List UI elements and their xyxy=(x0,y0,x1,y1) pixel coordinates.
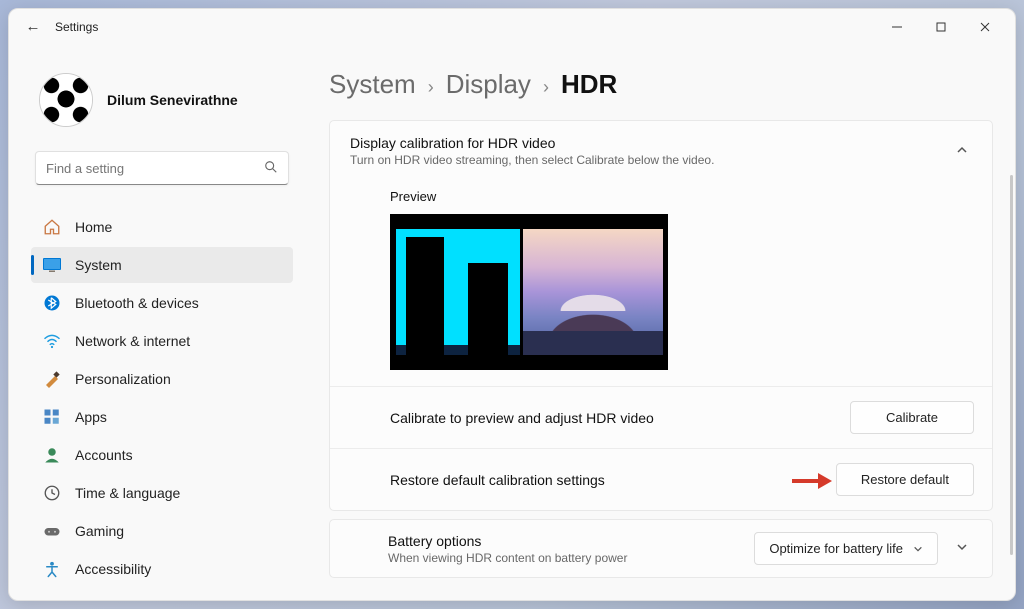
chevron-down-icon xyxy=(913,544,923,554)
clock-icon xyxy=(43,484,61,502)
battery-title: Battery options xyxy=(388,533,754,549)
sidebar-item-gaming[interactable]: Gaming xyxy=(31,513,293,549)
breadcrumbs: System › Display › HDR xyxy=(329,69,993,100)
preview-section: Preview xyxy=(330,181,992,386)
chevron-right-icon: › xyxy=(428,77,434,98)
titlebar: Settings xyxy=(9,9,1015,45)
sidebar-label: Network & internet xyxy=(75,333,190,349)
sidebar-item-network[interactable]: Network & internet xyxy=(31,323,293,359)
bluetooth-icon xyxy=(43,294,61,312)
sidebar-label: Time & language xyxy=(75,485,180,501)
sidebar-label: Accessibility xyxy=(75,561,151,577)
panel-subtitle: Turn on HDR video streaming, then select… xyxy=(350,153,950,167)
sidebar-item-personalization[interactable]: Personalization xyxy=(31,361,293,397)
sidebar-label: Bluetooth & devices xyxy=(75,295,199,311)
search-input[interactable] xyxy=(46,161,264,176)
wifi-icon xyxy=(43,332,61,350)
preview-image-mountain xyxy=(523,229,663,355)
home-icon xyxy=(43,218,61,236)
maximize-button[interactable] xyxy=(919,11,963,43)
sidebar-item-accessibility[interactable]: Accessibility xyxy=(31,551,293,587)
preview-image-city xyxy=(396,229,520,355)
sidebar-label: Personalization xyxy=(75,371,171,387)
panel-header[interactable]: Display calibration for HDR video Turn o… xyxy=(330,121,992,181)
search-icon xyxy=(264,160,278,177)
accounts-icon xyxy=(43,446,61,464)
sidebar-item-apps[interactable]: Apps xyxy=(31,399,293,435)
calibrate-button[interactable]: Calibrate xyxy=(850,401,974,434)
restore-default-button[interactable]: Restore default xyxy=(836,463,974,496)
sidebar-item-system[interactable]: System xyxy=(31,247,293,283)
settings-window: Settings Dilum Senevirathne xyxy=(8,8,1016,601)
sidebar-item-bluetooth[interactable]: Bluetooth & devices xyxy=(31,285,293,321)
restore-row: Restore default calibration settings Res… xyxy=(330,448,992,510)
scrollbar[interactable] xyxy=(1010,175,1013,555)
battery-dropdown[interactable]: Optimize for battery life xyxy=(754,532,938,565)
personalization-icon xyxy=(43,370,61,388)
sidebar: Dilum Senevirathne Home xyxy=(9,45,301,600)
restore-label: Restore default calibration settings xyxy=(390,472,836,488)
crumb-display[interactable]: Display xyxy=(446,69,531,100)
chevron-right-icon: › xyxy=(543,77,549,98)
calibrate-row: Calibrate to preview and adjust HDR vide… xyxy=(330,386,992,448)
content: Dilum Senevirathne Home xyxy=(9,45,1015,600)
preview-label: Preview xyxy=(390,189,972,204)
window-title: Settings xyxy=(55,20,98,34)
sidebar-item-time[interactable]: Time & language xyxy=(31,475,293,511)
username: Dilum Senevirathne xyxy=(107,92,238,108)
nav: Home System Bluetooth & devices xyxy=(31,209,293,587)
main: System › Display › HDR Display calibrati… xyxy=(301,45,1015,600)
panel-title: Display calibration for HDR video xyxy=(350,135,950,151)
sidebar-label: System xyxy=(75,257,122,273)
accessibility-icon xyxy=(43,560,61,578)
sidebar-label: Apps xyxy=(75,409,107,425)
avatar xyxy=(39,73,93,127)
calibrate-label: Calibrate to preview and adjust HDR vide… xyxy=(390,410,850,426)
profile[interactable]: Dilum Senevirathne xyxy=(31,45,293,145)
battery-subtitle: When viewing HDR content on battery powe… xyxy=(388,551,754,565)
window-controls xyxy=(875,11,1007,43)
minimize-button[interactable] xyxy=(875,11,919,43)
sidebar-label: Home xyxy=(75,219,112,235)
chevron-up-icon[interactable] xyxy=(950,138,974,165)
close-button[interactable] xyxy=(963,11,1007,43)
sidebar-item-accounts[interactable]: Accounts xyxy=(31,437,293,473)
gaming-icon xyxy=(43,522,61,540)
hdr-preview xyxy=(390,214,668,370)
hdr-calibration-panel: Display calibration for HDR video Turn o… xyxy=(329,120,993,511)
back-button[interactable] xyxy=(17,18,49,36)
chevron-down-icon[interactable] xyxy=(950,535,974,562)
crumb-hdr: HDR xyxy=(561,69,617,100)
dropdown-value: Optimize for battery life xyxy=(769,541,903,556)
apps-icon xyxy=(43,408,61,426)
sidebar-label: Accounts xyxy=(75,447,133,463)
system-icon xyxy=(43,256,61,274)
sidebar-label: Gaming xyxy=(75,523,124,539)
search-box[interactable] xyxy=(35,151,289,185)
sidebar-item-home[interactable]: Home xyxy=(31,209,293,245)
crumb-system[interactable]: System xyxy=(329,69,416,100)
callout-arrow-icon xyxy=(792,472,832,488)
battery-options-panel: Battery options When viewing HDR content… xyxy=(329,519,993,578)
